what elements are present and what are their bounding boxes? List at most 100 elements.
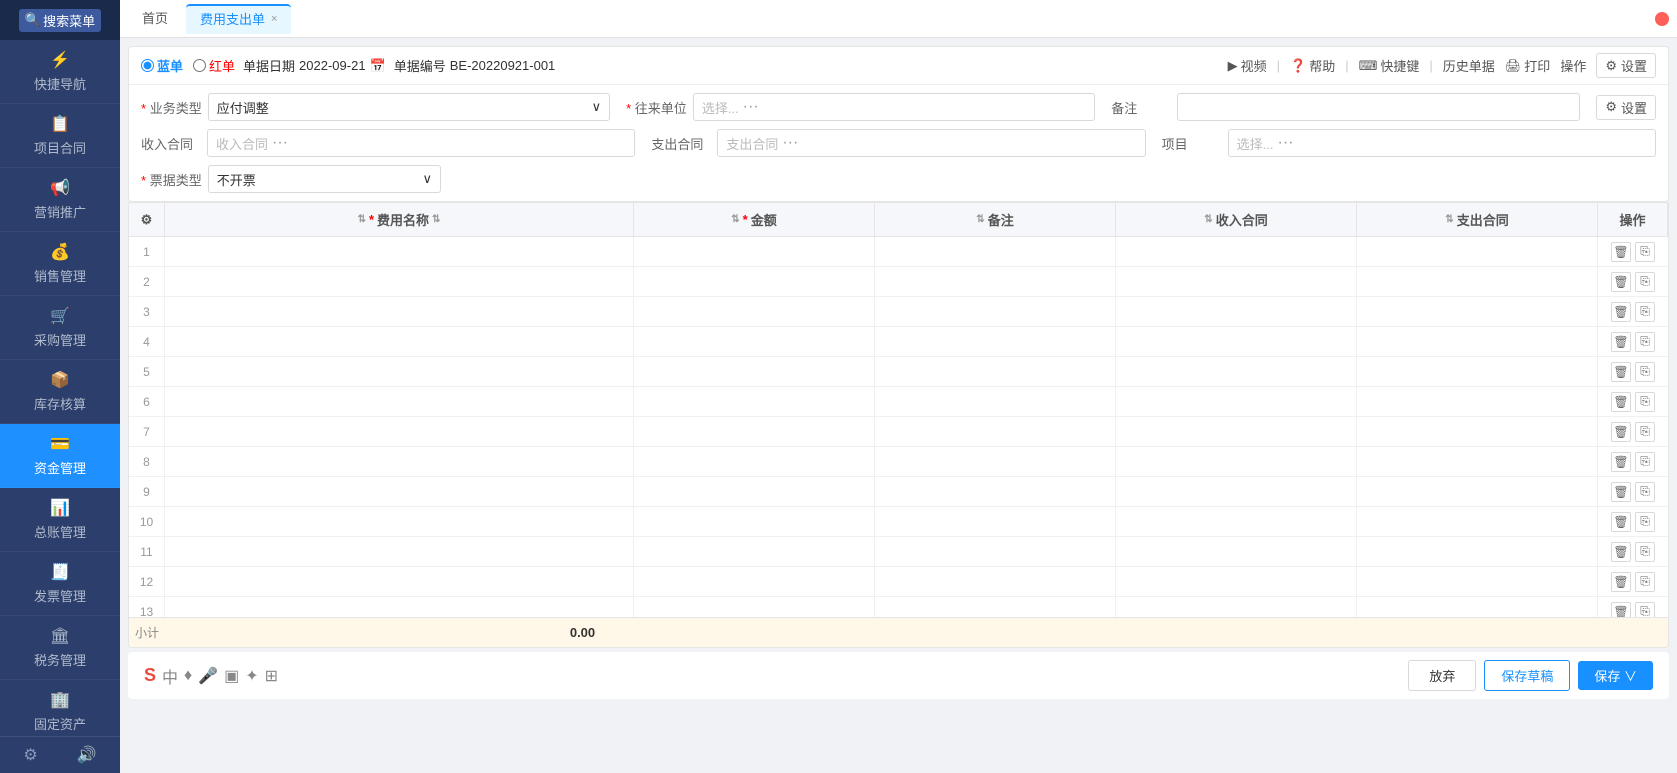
td-income-contract[interactable]: [1116, 507, 1357, 536]
sidebar-item-capital[interactable]: 💳 资金管理: [0, 424, 120, 488]
td-income-contract[interactable]: [1116, 267, 1357, 296]
print-btn[interactable]: 🖨 打印: [1505, 56, 1551, 75]
radio-blue-input[interactable]: [141, 59, 154, 72]
income-contract-input[interactable]: 收入合同 ···: [207, 129, 635, 157]
project-dots[interactable]: ···: [1278, 134, 1294, 152]
td-expense-name[interactable]: [165, 417, 634, 446]
td-expense-name[interactable]: [165, 297, 634, 326]
project-input[interactable]: 选择... ···: [1228, 129, 1656, 157]
expense-dots[interactable]: ···: [782, 134, 798, 152]
brand-icon-mic[interactable]: 🎤: [198, 666, 218, 686]
brand-icon-square[interactable]: ▣: [224, 666, 239, 686]
row-delete-button[interactable]: 🗑: [1611, 392, 1631, 412]
window-close-button[interactable]: [1655, 12, 1669, 26]
td-amount[interactable]: [634, 267, 875, 296]
row-copy-button[interactable]: ⎘: [1635, 452, 1655, 472]
counterparty-input[interactable]: 选择... ···: [693, 93, 1095, 121]
form-settings-button[interactable]: ⚙ 设置: [1596, 95, 1656, 120]
radio-red-input[interactable]: [193, 59, 206, 72]
td-expense-contract[interactable]: [1357, 537, 1598, 566]
sidebar-item-quick-nav[interactable]: ⚡ 快捷导航: [0, 40, 120, 104]
sidebar-item-marketing[interactable]: 📢 营销推广: [0, 168, 120, 232]
counterparty-dots[interactable]: ···: [743, 98, 759, 116]
td-amount[interactable]: [634, 237, 875, 266]
td-expense-contract[interactable]: [1357, 387, 1598, 416]
td-income-contract[interactable]: [1116, 417, 1357, 446]
invoice-type-select[interactable]: 不开票 ∨: [208, 165, 441, 193]
business-type-select[interactable]: 应付调整 ∨: [208, 93, 610, 121]
search-menu-button[interactable]: 🔍 搜索菜单: [19, 9, 101, 32]
row-delete-button[interactable]: 🗑: [1611, 452, 1631, 472]
td-note[interactable]: [875, 417, 1116, 446]
history-btn[interactable]: 历史单据: [1443, 56, 1495, 75]
sidebar-item-purchase[interactable]: 🛒 采购管理: [0, 296, 120, 360]
td-expense-contract[interactable]: [1357, 567, 1598, 596]
td-income-contract[interactable]: [1116, 387, 1357, 416]
td-expense-contract[interactable]: [1357, 597, 1598, 617]
td-amount[interactable]: [634, 297, 875, 326]
brand-icon-grid[interactable]: ⊞: [265, 666, 278, 686]
help-btn[interactable]: ❓ 帮助: [1290, 56, 1335, 75]
row-delete-button[interactable]: 🗑: [1611, 332, 1631, 352]
td-note[interactable]: [875, 357, 1116, 386]
row-delete-button[interactable]: 🗑: [1611, 242, 1631, 262]
td-expense-contract[interactable]: [1357, 477, 1598, 506]
td-amount[interactable]: [634, 507, 875, 536]
td-note[interactable]: [875, 327, 1116, 356]
sidebar-item-fixed-assets[interactable]: 🏢 固定资产: [0, 680, 120, 736]
tab-home[interactable]: 首页: [128, 4, 182, 34]
expense-contract-input[interactable]: 支出合同 ···: [717, 129, 1145, 157]
tab-close-icon[interactable]: ×: [271, 14, 277, 25]
td-expense-contract[interactable]: [1357, 237, 1598, 266]
row-delete-button[interactable]: 🗑: [1611, 302, 1631, 322]
td-income-contract[interactable]: [1116, 597, 1357, 617]
brand-icon-diamond[interactable]: ♦: [184, 667, 192, 685]
td-income-contract[interactable]: [1116, 447, 1357, 476]
row-copy-button[interactable]: ⎘: [1635, 272, 1655, 292]
td-income-contract[interactable]: [1116, 327, 1357, 356]
td-expense-name[interactable]: [165, 597, 634, 617]
td-expense-name[interactable]: [165, 537, 634, 566]
income-dots[interactable]: ···: [272, 134, 288, 152]
td-amount[interactable]: [634, 567, 875, 596]
radio-blue-label[interactable]: 蓝单: [141, 56, 183, 75]
brand-icon-star[interactable]: ✦: [245, 666, 258, 686]
row-copy-button[interactable]: ⎘: [1635, 392, 1655, 412]
sidebar-item-sales[interactable]: 💰 销售管理: [0, 232, 120, 296]
sidebar-item-tax[interactable]: 🏛 税务管理: [0, 616, 120, 680]
td-expense-contract[interactable]: [1357, 327, 1598, 356]
td-note[interactable]: [875, 537, 1116, 566]
td-income-contract[interactable]: [1116, 567, 1357, 596]
td-expense-name[interactable]: [165, 507, 634, 536]
sidebar-item-inventory[interactable]: 📦 库存核算: [0, 360, 120, 424]
td-note[interactable]: [875, 267, 1116, 296]
row-copy-button[interactable]: ⎘: [1635, 542, 1655, 562]
td-expense-name[interactable]: [165, 267, 634, 296]
td-amount[interactable]: [634, 387, 875, 416]
td-expense-contract[interactable]: [1357, 357, 1598, 386]
td-expense-name[interactable]: [165, 357, 634, 386]
row-copy-button[interactable]: ⎘: [1635, 302, 1655, 322]
sidebar-item-project-contract[interactable]: 📋 项目合同: [0, 104, 120, 168]
td-note[interactable]: [875, 297, 1116, 326]
row-delete-button[interactable]: 🗑: [1611, 482, 1631, 502]
row-delete-button[interactable]: 🗑: [1611, 272, 1631, 292]
video-btn[interactable]: ▶ 视频: [1228, 56, 1267, 75]
row-delete-button[interactable]: 🗑: [1611, 422, 1631, 442]
operation-btn[interactable]: 操作: [1560, 56, 1586, 75]
td-expense-contract[interactable]: [1357, 297, 1598, 326]
td-amount[interactable]: [634, 597, 875, 617]
td-amount[interactable]: [634, 327, 875, 356]
row-copy-button[interactable]: ⎘: [1635, 362, 1655, 382]
row-delete-button[interactable]: 🗑: [1611, 542, 1631, 562]
td-income-contract[interactable]: [1116, 477, 1357, 506]
td-expense-name[interactable]: [165, 387, 634, 416]
td-note[interactable]: [875, 447, 1116, 476]
td-note[interactable]: [875, 237, 1116, 266]
radio-red-label[interactable]: 红单: [193, 56, 235, 75]
td-expense-contract[interactable]: [1357, 267, 1598, 296]
row-delete-button[interactable]: 🗑: [1611, 512, 1631, 532]
td-note[interactable]: [875, 597, 1116, 617]
row-delete-button[interactable]: 🗑: [1611, 362, 1631, 382]
row-copy-button[interactable]: ⎘: [1635, 422, 1655, 442]
